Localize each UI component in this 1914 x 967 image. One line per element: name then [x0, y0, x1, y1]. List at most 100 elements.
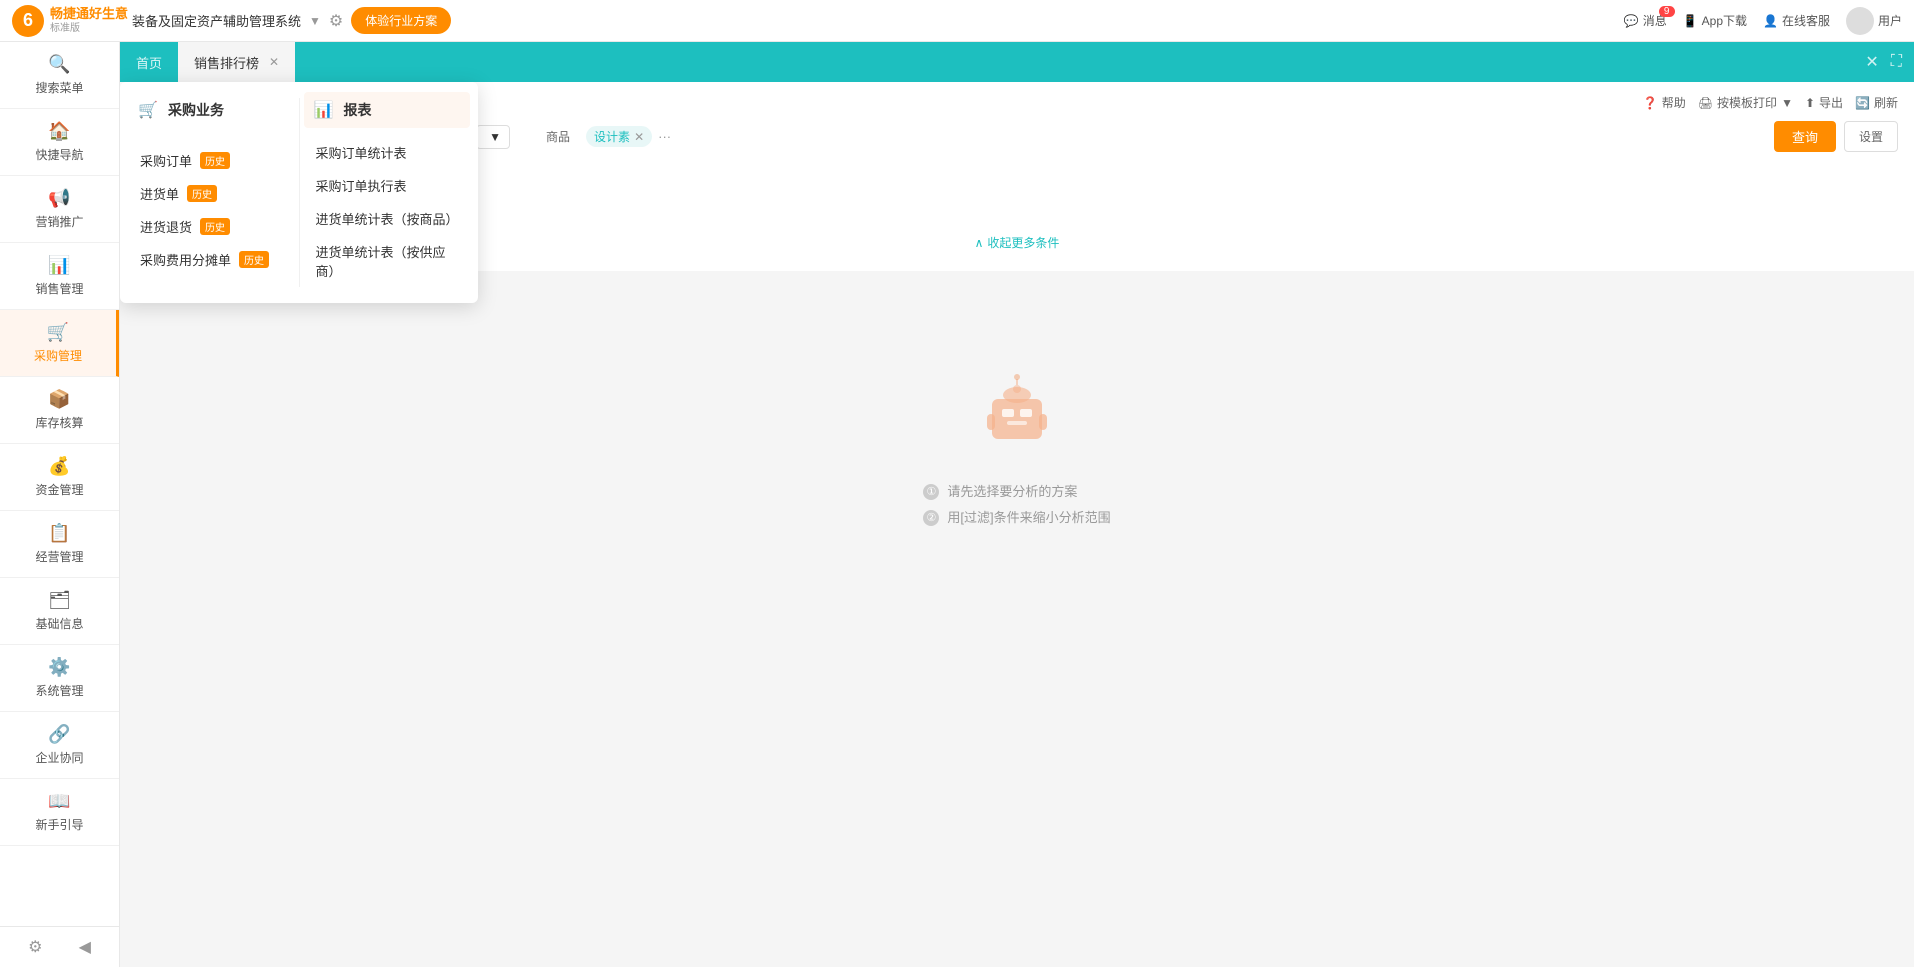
guide-icon: 📖 [48, 791, 70, 812]
menu-section-business: 🛒 采购业务 采购订单 历史 进货单 历史 进货退货 历史 采购费用分摊单 [136, 98, 287, 287]
menu-section-report-title: 📊 报表 [304, 92, 471, 128]
home-icon: 🏠 [48, 121, 70, 142]
sidebar-item-coop[interactable]: 🔗 企业协同 [0, 712, 119, 779]
refresh-label: 刷新 [1874, 94, 1898, 111]
bill-status-select[interactable]: ▼ [476, 125, 510, 149]
menu-item-inbound[interactable]: 进货单 历史 [136, 177, 287, 210]
query-button[interactable]: 查询 [1774, 121, 1836, 152]
sidebar-label-purchase: 采购管理 [34, 347, 82, 364]
tip-num-2: ② [923, 510, 939, 526]
report-section-icon: 📊 [312, 98, 336, 122]
system-name: 装备及固定资产辅助管理系统 [132, 11, 301, 30]
report-title-text: 报表 [344, 100, 372, 120]
menu-divider [299, 98, 300, 287]
coop-icon: 🔗 [48, 724, 70, 745]
purchase-dropdown-menu: 🛒 采购业务 采购订单 历史 进货单 历史 进货退货 历史 采购费用分摊单 [120, 82, 478, 303]
tab-close-icon[interactable]: ✕ [269, 55, 279, 69]
export-icon: ⬆ [1805, 96, 1815, 110]
action-buttons: 查询 设置 [1774, 121, 1898, 152]
sidebar-item-finance[interactable]: 💰 资金管理 [0, 444, 119, 511]
system-dropdown-arrow[interactable]: ▼ [309, 14, 321, 28]
export-button[interactable]: ⬆ 导出 [1805, 94, 1843, 111]
sidebar-collapse-icon[interactable]: ◀ [79, 937, 91, 957]
sidebar-item-search[interactable]: 🔍 搜索菜单 [0, 42, 119, 109]
system-settings-icon[interactable]: ⚙ [329, 11, 343, 31]
online-service[interactable]: 👤 在线客服 [1763, 12, 1830, 29]
menu-item-inbound-stats-goods[interactable]: 进货单统计表（按商品） [312, 202, 463, 235]
sidebar-item-operation[interactable]: 📋 经营管理 [0, 511, 119, 578]
brand-main: 畅捷通好生意 [50, 6, 128, 23]
goods-tag-close[interactable]: ✕ [634, 130, 644, 144]
sidebar-item-basic[interactable]: 🗂 基础信息 [0, 578, 119, 645]
goods-dots[interactable]: ··· [658, 129, 671, 144]
menu-item-purchase-order[interactable]: 采购订单 历史 [136, 144, 287, 177]
settings-button[interactable]: 设置 [1844, 121, 1898, 152]
help-button[interactable]: ❓ 帮助 [1643, 94, 1686, 111]
menu-item-purchase-order-stats[interactable]: 采购订单统计表 [312, 136, 463, 169]
empty-tips: ① 请先选择要分析的方案 ② 用[过滤]条件来缩小分析范围 [923, 479, 1110, 531]
app-download-label: App下载 [1702, 12, 1747, 29]
tab-expand-icon[interactable]: ⛶ [1887, 49, 1906, 75]
sidebar-label-sales: 销售管理 [35, 280, 83, 297]
user-area[interactable]: 用户 [1846, 7, 1902, 35]
app-download[interactable]: 📱 App下载 [1683, 12, 1747, 29]
sidebar-item-purchase[interactable]: 🛒 采购管理 [0, 310, 119, 377]
sidebar-label-guide: 新手引导 [35, 816, 83, 833]
business-title-text: 采购业务 [168, 100, 224, 120]
notification-bell[interactable]: 💬 消息 9 [1624, 12, 1667, 29]
refresh-button[interactable]: 🔄 刷新 [1855, 94, 1898, 111]
notification-count: 9 [1659, 6, 1675, 17]
menu-item-inbound-stats-goods-label: 进货单统计表（按商品） [316, 209, 459, 228]
user-name-label: 用户 [1878, 12, 1902, 29]
tab-home[interactable]: 首页 [120, 42, 178, 82]
menu-item-expense[interactable]: 采购费用分摊单 历史 [136, 243, 287, 276]
sidebar-settings-icon[interactable]: ⚙ [28, 937, 42, 957]
header-middle: 装备及固定资产辅助管理系统 ▼ ⚙ 体验行业方案 [132, 7, 1624, 34]
tip-text-1: 请先选择要分析的方案 [947, 479, 1077, 505]
header-right: 💬 消息 9 📱 App下载 👤 在线客服 用户 [1624, 7, 1902, 35]
sales-icon: 📊 [48, 255, 70, 276]
goods-label: 商品 [546, 128, 570, 145]
menu-item-purchase-order-exec[interactable]: 采购订单执行表 [312, 169, 463, 202]
print-icon: 🖨 [1698, 96, 1713, 110]
service-icon: 👤 [1763, 14, 1778, 28]
search-icon: 🔍 [48, 54, 70, 75]
collapse-button[interactable]: ∧ 收起更多条件 [975, 234, 1060, 251]
logo-icon: 6 [12, 5, 44, 37]
history-badge-3: 历史 [239, 251, 269, 268]
inventory-icon: 📦 [48, 389, 70, 410]
business-section-icon: 🛒 [136, 98, 160, 122]
help-icon: ❓ [1643, 96, 1658, 110]
goods-tag-text: 设计素 [594, 128, 630, 145]
sidebar-item-quicknav[interactable]: 🏠 快捷导航 [0, 109, 119, 176]
sidebar-item-marketing[interactable]: 📢 营销推广 [0, 176, 119, 243]
sidebar-item-sales[interactable]: 📊 销售管理 [0, 243, 119, 310]
menu-item-return[interactable]: 进货退货 历史 [136, 210, 287, 243]
sidebar-label-finance: 资金管理 [35, 481, 83, 498]
finance-icon: 💰 [48, 456, 70, 477]
print-arrow: ▼ [1781, 96, 1793, 110]
print-button[interactable]: 🖨 按模板打印 ▼ [1698, 94, 1793, 111]
menu-item-expense-label: 采购费用分摊单 [140, 250, 231, 269]
goods-filter: 设计素 ✕ ··· [586, 126, 671, 147]
collapse-icon: ∧ [975, 236, 984, 250]
refresh-icon: 🔄 [1855, 96, 1870, 110]
menu-item-inbound-label: 进货单 [140, 184, 179, 203]
purchase-icon: 🛒 [47, 322, 69, 343]
menu-section-report: 📊 报表 采购订单统计表 采购订单执行表 进货单统计表（按商品） 进货单统计表（… [312, 98, 463, 287]
sidebar-item-guide[interactable]: 📖 新手引导 [0, 779, 119, 846]
tab-close-window-icon[interactable]: ✕ [1861, 48, 1882, 76]
system-icon: ⚙️ [48, 657, 70, 678]
menu-item-inbound-stats-supplier-label: 进货单统计表（按供应商） [316, 242, 459, 280]
main-layout: 🔍 搜索菜单 🏠 快捷导航 📢 营销推广 📊 销售管理 🛒 采购管理 📦 库存核… [0, 42, 1914, 967]
empty-tip-1: ① 请先选择要分析的方案 [923, 479, 1110, 505]
tab-home-label: 首页 [136, 53, 162, 72]
menu-item-return-label: 进货退货 [140, 217, 192, 236]
tab-bar: 首页 销售排行榜 ✕ ✕ ⛶ [120, 42, 1914, 82]
tab-sales-rank[interactable]: 销售排行榜 ✕ [178, 42, 295, 82]
sidebar-item-system[interactable]: ⚙️ 系统管理 [0, 645, 119, 712]
sidebar-item-inventory[interactable]: 📦 库存核算 [0, 377, 119, 444]
print-label: 按模板打印 [1717, 94, 1777, 111]
menu-item-inbound-stats-supplier[interactable]: 进货单统计表（按供应商） [312, 235, 463, 287]
trial-button[interactable]: 体验行业方案 [351, 7, 451, 34]
